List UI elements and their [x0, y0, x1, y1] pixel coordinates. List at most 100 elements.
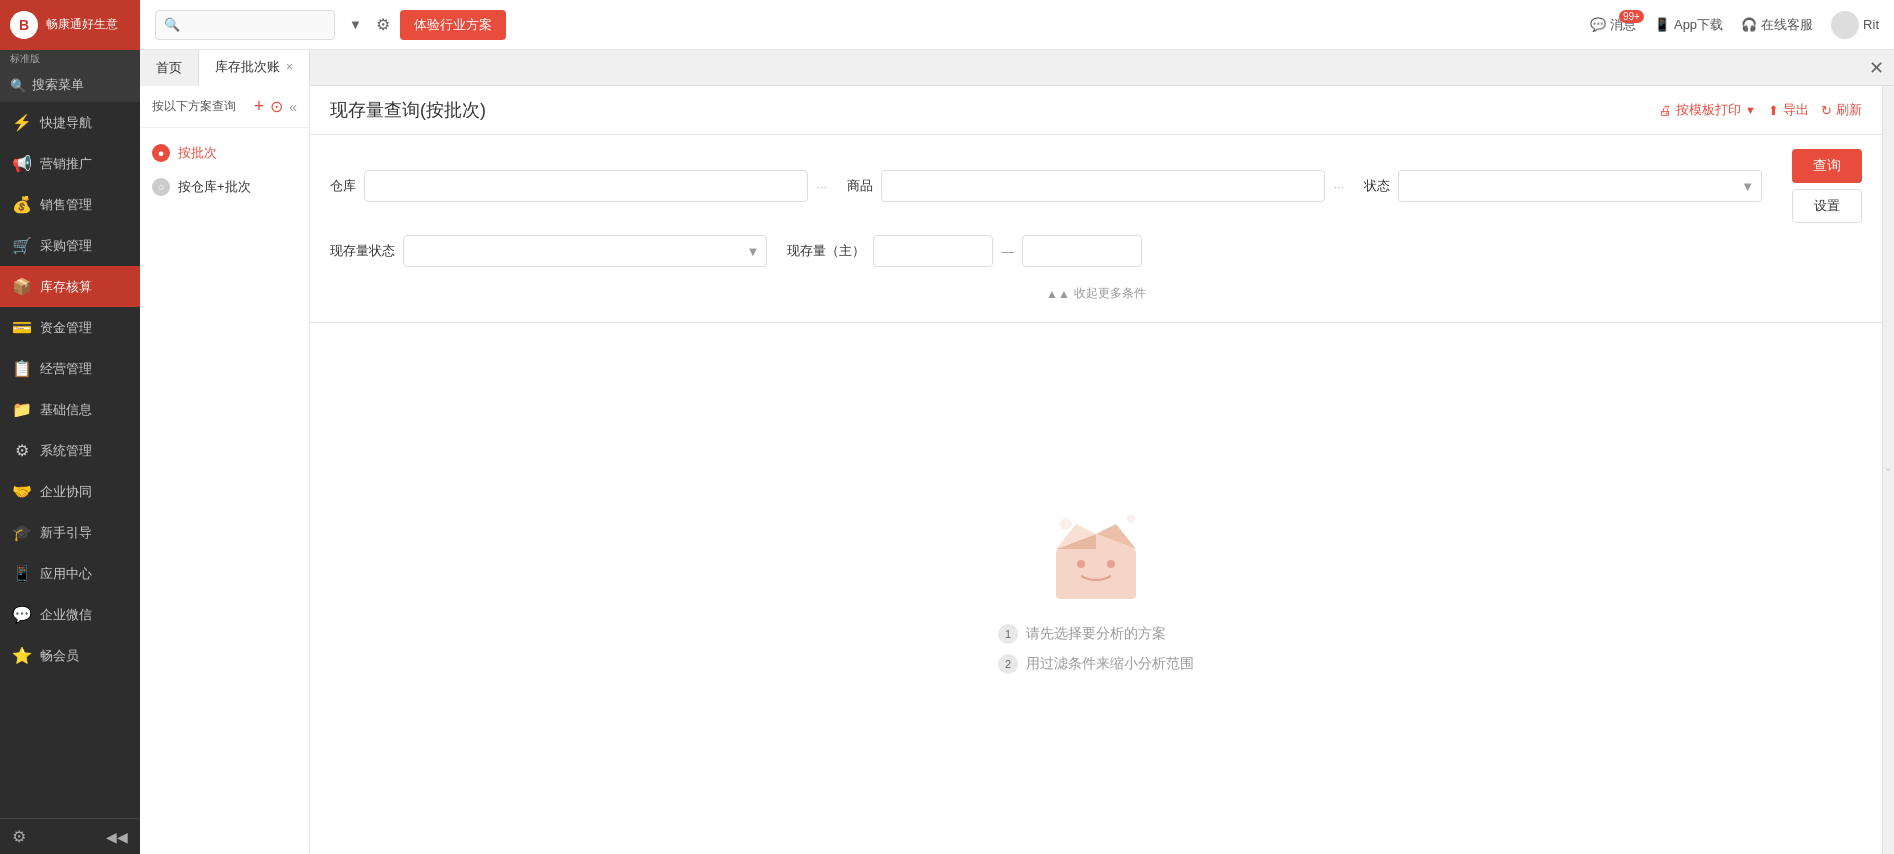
scheme-add-icon[interactable]: +	[254, 96, 265, 117]
product-label: 商品	[847, 177, 873, 195]
nav-icon-finance: 💳	[12, 318, 32, 337]
app-logo: B	[10, 11, 38, 39]
message-icon-group[interactable]: 💬 消息 99+	[1590, 16, 1636, 34]
warehouse-more-btn[interactable]: ···	[816, 179, 827, 194]
scheme-header-actions: + ⊙ «	[254, 96, 297, 117]
nav-icon-app-center: 📱	[12, 564, 32, 583]
svg-point-8	[1127, 515, 1135, 523]
sidebar-item-basic[interactable]: 📁 基础信息	[0, 389, 140, 430]
step-2-circle: 2	[998, 654, 1018, 674]
sidebar-item-sales[interactable]: 💰 销售管理	[0, 184, 140, 225]
sidebar-item-marketing[interactable]: 📢 营销推广	[0, 143, 140, 184]
tab-close-icon[interactable]: ×	[286, 60, 293, 74]
sidebar-item-label: 营销推广	[40, 155, 92, 173]
export-btn[interactable]: ⬆ 导出	[1768, 101, 1809, 119]
nav-icon-quick-nav: ⚡	[12, 113, 32, 132]
settings-button[interactable]: 设置	[1792, 189, 1862, 223]
app-download-label: App下载	[1674, 16, 1723, 34]
inventory-qty-from[interactable]	[873, 235, 993, 267]
svg-rect-0	[1056, 549, 1136, 599]
sidebar-search[interactable]: 🔍 搜索菜单	[0, 68, 140, 102]
right-side-handle[interactable]: ›	[1882, 86, 1894, 854]
user-avatar-group[interactable]: Rit	[1831, 11, 1879, 39]
sidebar-item-finance[interactable]: 💳 资金管理	[0, 307, 140, 348]
status-select-wrapper: ▼	[1398, 170, 1762, 202]
inventory-status-field: 现存量状态 ▼	[330, 235, 767, 267]
app-download-icon-group[interactable]: 📱 App下载	[1654, 16, 1723, 34]
sidebar-item-wechat[interactable]: 💬 企业微信	[0, 594, 140, 635]
inventory-qty-to[interactable]	[1022, 235, 1142, 267]
message-badge: 99+	[1619, 10, 1644, 23]
left-panel-header: 按以下方案查询 + ⊙ «	[140, 86, 309, 128]
right-panel: 现存量查询(按批次) 🖨 按模板打印 ▼ ⬆ 导出 ↻ 刷新	[310, 86, 1882, 854]
refresh-btn[interactable]: ↻ 刷新	[1821, 101, 1862, 119]
empty-illustration	[1036, 504, 1156, 604]
print-dropdown-icon[interactable]: ▼	[1745, 104, 1756, 116]
sidebar-item-inventory[interactable]: 📦 库存核算	[0, 266, 140, 307]
sidebar-item-newbie[interactable]: 🎓 新手引导	[0, 512, 140, 553]
sidebar-item-label: 库存核算	[40, 278, 92, 296]
step-2-text: 用过滤条件来缩小分析范围	[1026, 655, 1194, 673]
svg-point-5	[1077, 560, 1085, 568]
nav-icon-membership: ⭐	[12, 646, 32, 665]
sidebar-item-label: 应用中心	[40, 565, 92, 583]
sidebar-item-enterprise[interactable]: 🤝 企业协同	[0, 471, 140, 512]
status-field: 状态 ▼	[1364, 170, 1762, 202]
filter-row-2: 现存量状态 ▼ 现存量（主） —	[330, 235, 1862, 267]
nav-icon-marketing: 📢	[12, 154, 32, 173]
trial-btn[interactable]: 体验行业方案	[400, 10, 506, 40]
scheme-icon-active: ●	[152, 144, 170, 162]
topbar-gear-icon[interactable]: ⚙	[376, 15, 390, 34]
sidebar-item-operations[interactable]: 📋 经营管理	[0, 348, 140, 389]
sidebar-collapse-icon[interactable]: ◀◀	[106, 829, 128, 845]
content-area: 按以下方案查询 + ⊙ « ● 按批次 ○ 按仓库+批次	[140, 86, 1894, 854]
sidebar-item-membership[interactable]: ⭐ 畅会员	[0, 635, 140, 676]
topbar-search-icon: 🔍	[164, 17, 180, 32]
inventory-status-select[interactable]	[403, 235, 767, 267]
tab-home[interactable]: 首页	[140, 50, 199, 86]
headset-icon: 🎧	[1741, 17, 1757, 32]
query-button[interactable]: 查询	[1792, 149, 1862, 183]
user-name: Rit	[1863, 17, 1879, 32]
sidebar: B 畅康通好生意 标准版 🔍 搜索菜单 ⚡ 快捷导航 📢 营销推广 💰 销售管理…	[0, 0, 140, 854]
search-menu-label: 搜索菜单	[32, 76, 84, 94]
app-download-icon: 📱	[1654, 17, 1670, 32]
sidebar-item-system[interactable]: ⚙ 系统管理	[0, 430, 140, 471]
product-input[interactable]	[881, 170, 1325, 202]
scheme-icon-inactive: ○	[152, 178, 170, 196]
tab-home-label: 首页	[156, 59, 182, 77]
collapse-more-btn[interactable]: ▲▲ 收起更多条件	[330, 279, 1862, 308]
sidebar-settings-icon[interactable]: ⚙	[12, 827, 26, 846]
message-icon: 💬	[1590, 17, 1606, 32]
tabs-bar: 首页 库存批次账 × ✕	[140, 50, 1894, 86]
scheme-label-by-warehouse-batch: 按仓库+批次	[178, 178, 251, 196]
topbar-search-box[interactable]: 🔍	[155, 10, 335, 40]
tabs-close-all-icon[interactable]: ✕	[1869, 57, 1884, 79]
topbar-right: 💬 消息 99+ 📱 App下载 🎧 在线客服 Rit	[1590, 11, 1879, 39]
scheme-item-by-warehouse-batch[interactable]: ○ 按仓库+批次	[140, 170, 309, 204]
print-btn[interactable]: 🖨 按模板打印 ▼	[1659, 101, 1756, 119]
sidebar-item-app-center[interactable]: 📱 应用中心	[0, 553, 140, 594]
nav-icon-sales: 💰	[12, 195, 32, 214]
scheme-collapse-icon[interactable]: «	[289, 99, 297, 115]
sidebar-item-quick-nav[interactable]: ⚡ 快捷导航	[0, 102, 140, 143]
scheme-item-by-batch[interactable]: ● 按批次	[140, 136, 309, 170]
status-select[interactable]	[1398, 170, 1762, 202]
topbar-dropdown-btn[interactable]: ▼	[345, 13, 366, 36]
scheme-settings-icon[interactable]: ⊙	[270, 97, 283, 116]
topbar: 🔍 ▼ ⚙ 体验行业方案 💬 消息 99+ 📱 App下载 🎧 在线客服 Rit	[140, 0, 1894, 50]
warehouse-input[interactable]	[364, 170, 808, 202]
svg-point-6	[1107, 560, 1115, 568]
refresh-icon: ↻	[1821, 103, 1832, 118]
product-more-btn[interactable]: ···	[1333, 179, 1344, 194]
nav-icon-operations: 📋	[12, 359, 32, 378]
scheme-header-label: 按以下方案查询	[152, 98, 236, 115]
sidebar-item-purchase[interactable]: 🛒 采购管理	[0, 225, 140, 266]
filter-actions: 查询 设置	[1792, 149, 1862, 223]
tab-inventory-batch[interactable]: 库存批次账 ×	[199, 50, 310, 86]
empty-step-1: 1 请先选择要分析的方案	[998, 624, 1194, 644]
edition-label: 标准版	[0, 50, 140, 68]
inventory-qty-dash: —	[1001, 244, 1014, 259]
inventory-qty-field: 现存量（主） —	[787, 235, 1224, 267]
online-service-icon-group[interactable]: 🎧 在线客服	[1741, 16, 1813, 34]
